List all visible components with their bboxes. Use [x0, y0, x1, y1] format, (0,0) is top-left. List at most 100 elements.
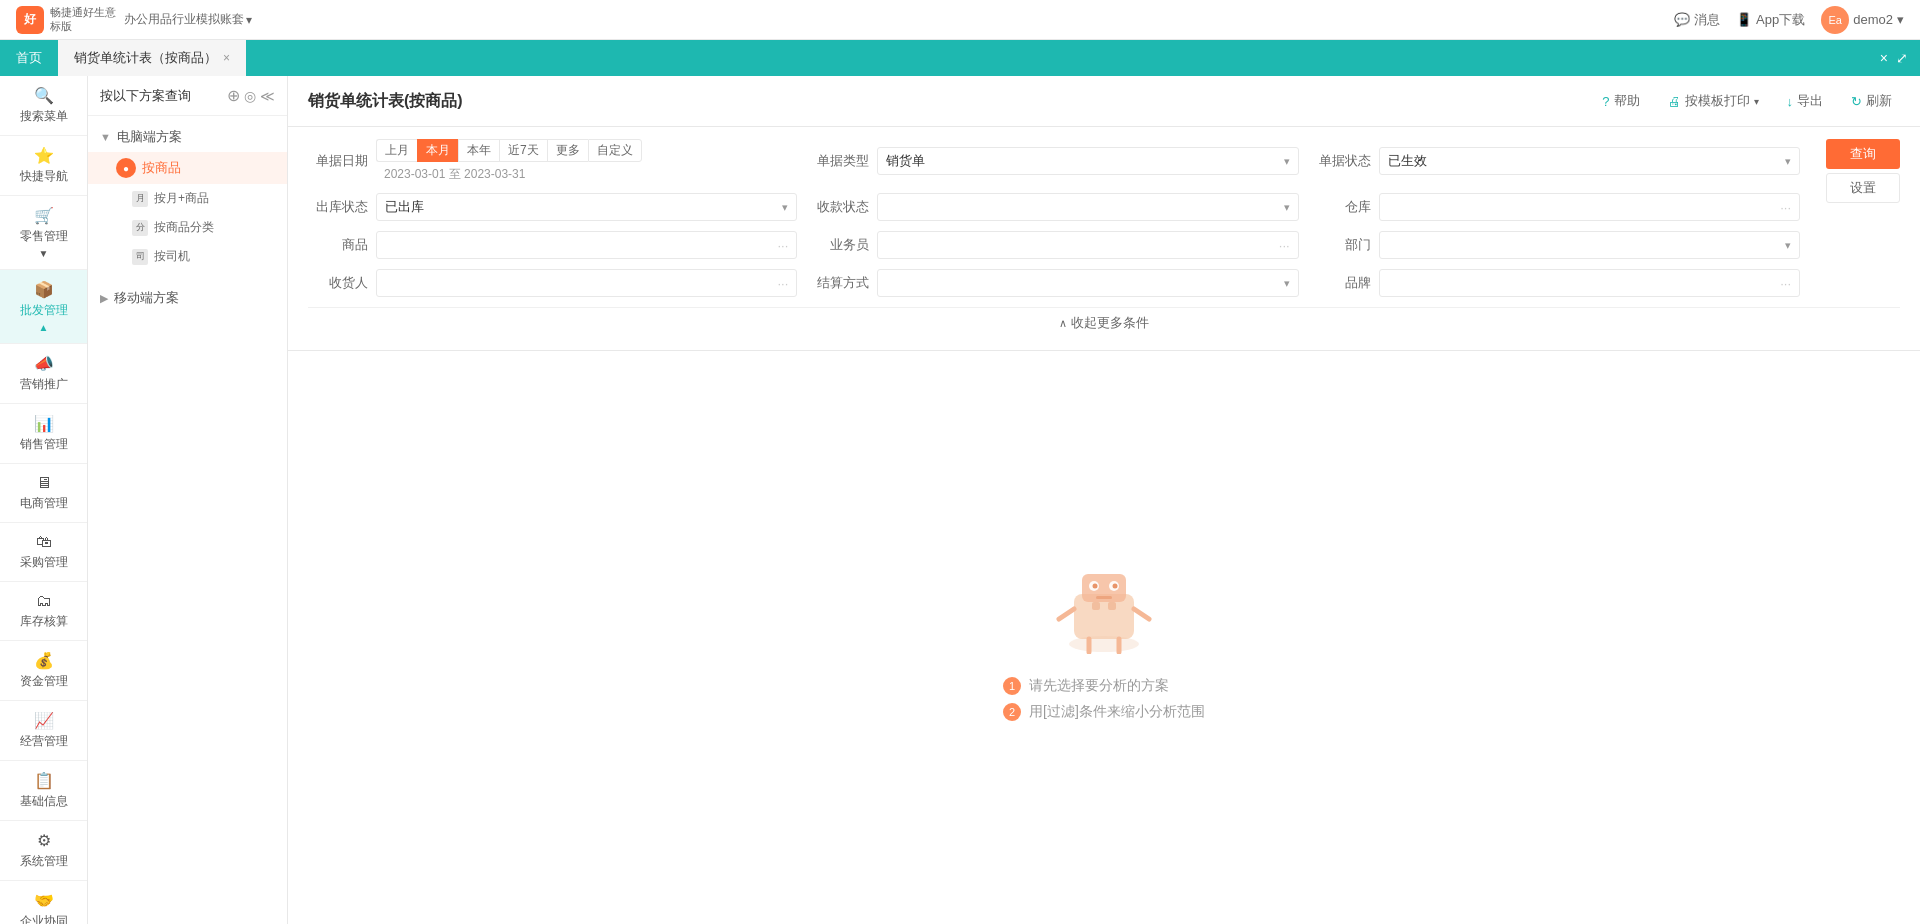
tab-close-icon[interactable]: ×: [223, 51, 230, 65]
scheme-group-mobile-header[interactable]: ▶ 移动端方案: [88, 283, 287, 313]
filter-dept-select[interactable]: ▾: [1379, 231, 1800, 259]
retail-icon: 🛒: [34, 206, 54, 225]
filter-collection-select[interactable]: ▾: [877, 193, 1298, 221]
filter-goods-input[interactable]: ···: [376, 231, 797, 259]
help-btn[interactable]: ? 帮助: [1594, 88, 1647, 114]
date-range-display: 2023-03-01 至 2023-03-31: [384, 166, 797, 183]
message-btn[interactable]: 💬 消息: [1674, 11, 1720, 29]
ecom-icon: 🖥: [36, 474, 52, 492]
chevron-up-icon: ▲: [39, 322, 49, 333]
sidebar-item-search[interactable]: 🔍 搜索菜单: [0, 76, 87, 136]
page-header-top: 销货单统计表(按商品) ? 帮助 🖨 按模板打印 ▾ ↓: [308, 88, 1900, 114]
marketing-icon: 📣: [34, 354, 54, 373]
page-header: 销货单统计表(按商品) ? 帮助 🖨 按模板打印 ▾ ↓: [288, 76, 1920, 127]
tab-expand-icon[interactable]: ⤢: [1896, 50, 1908, 66]
sub-icon-category: 分: [132, 220, 148, 236]
dots-icon: ···: [1279, 238, 1290, 253]
svg-rect-13: [1108, 602, 1116, 610]
tab-home[interactable]: 首页: [0, 40, 58, 76]
sidebar-item-collab[interactable]: 🤝 企业协同: [0, 881, 87, 924]
app-download-btn[interactable]: 📱 App下载: [1736, 11, 1805, 29]
page-title: 销货单统计表(按商品): [308, 91, 463, 112]
active-scheme-dot: ●: [116, 158, 136, 178]
collapse-filter-btn[interactable]: ∧ 收起更多条件: [308, 307, 1900, 338]
date-btn-this-month[interactable]: 本月: [417, 139, 458, 162]
sidebar-item-purchase[interactable]: 🛍 采购管理: [0, 523, 87, 582]
scheme-item-by-goods[interactable]: ● 按商品: [88, 152, 287, 184]
date-btn-custom[interactable]: 自定义: [588, 139, 642, 162]
scheme-panel-header: 按以下方案查询 ⊕ ◎ ≪: [88, 76, 287, 116]
chevron-down-icon: ▾: [1785, 155, 1791, 168]
filter-doc-type-select[interactable]: 销货单 ▾: [877, 147, 1298, 175]
collapse-scheme-icon[interactable]: ≪: [260, 88, 275, 104]
scheme-group-desktop-header[interactable]: ▼ 电脑端方案: [88, 122, 287, 152]
inventory-icon: 🗂: [36, 592, 52, 610]
chevron-down-icon: ▾: [1284, 155, 1290, 168]
edit-scheme-icon[interactable]: ◎: [244, 88, 256, 104]
query-button[interactable]: 查询: [1826, 139, 1900, 169]
sidebar-item-marketing[interactable]: 📣 营销推广: [0, 344, 87, 404]
sidebar-item-finance[interactable]: 💰 资金管理: [0, 641, 87, 701]
date-btn-7days[interactable]: 近7天: [499, 139, 547, 162]
basic-icon: 📋: [34, 771, 54, 790]
export-btn[interactable]: ↓ 导出: [1779, 88, 1832, 114]
sidebar-item-basic[interactable]: 📋 基础信息: [0, 761, 87, 821]
user-menu[interactable]: Ea demo2 ▾: [1821, 6, 1904, 34]
filter-receiver-input[interactable]: ···: [376, 269, 797, 297]
empty-illustration: [1044, 554, 1164, 657]
date-btn-more[interactable]: 更多: [547, 139, 588, 162]
top-bar: 好 畅捷通好生意 标版 办公用品行业模拟账套 ▾ 💬 消息 📱 App下载 Ea…: [0, 0, 1920, 40]
chevron-down-icon: ▾: [1754, 96, 1759, 107]
filter-doc-status-select[interactable]: 已生效 ▾: [1379, 147, 1800, 175]
collab-icon: 🤝: [34, 891, 54, 910]
tab-active[interactable]: 销货单统计表（按商品） ×: [58, 40, 246, 76]
filter-brand-input[interactable]: ···: [1379, 269, 1800, 297]
scheme-item-by-category[interactable]: 分 按商品分类: [88, 213, 287, 242]
filter-warehouse: 仓库 ···: [1311, 193, 1800, 221]
scheme-panel-actions: ⊕ ◎ ≪: [227, 86, 275, 105]
date-btn-last-month[interactable]: 上月: [376, 139, 417, 162]
sidebar-item-operation[interactable]: 📈 经营管理: [0, 701, 87, 761]
sidebar-item-retail[interactable]: 🛒 零售管理 ▼: [0, 196, 87, 270]
query-reset-group: 查询 设置: [1826, 139, 1900, 203]
sidebar-item-sales[interactable]: 📊 销售管理: [0, 404, 87, 464]
empty-tips: 1 请先选择要分析的方案 2 用[过滤]条件来缩小分析范围: [1003, 677, 1205, 721]
filter-payment: 结算方式 ▾: [809, 269, 1298, 297]
star-icon: ⭐: [34, 146, 54, 165]
empty-state: 1 请先选择要分析的方案 2 用[过滤]条件来缩小分析范围: [288, 351, 1920, 924]
sidebar-item-inventory[interactable]: 🗂 库存核算: [0, 582, 87, 641]
app-icon: 📱: [1736, 12, 1752, 27]
chevron-down-icon: ▾: [1897, 12, 1904, 27]
sidebar-item-ecom[interactable]: 🖥 电商管理: [0, 464, 87, 523]
sidebar-item-system[interactable]: ⚙ 系统管理: [0, 821, 87, 881]
filter-payment-select[interactable]: ▾: [877, 269, 1298, 297]
template-print-btn[interactable]: 🖨 按模板打印 ▾: [1660, 88, 1767, 114]
logo-text: 畅捷通好生意 标版: [50, 6, 116, 32]
svg-line-9: [1134, 609, 1149, 619]
sub-icon-driver: 司: [132, 249, 148, 265]
refresh-btn[interactable]: ↻ 刷新: [1843, 88, 1900, 114]
sidebar-item-wholesale[interactable]: 📦 批发管理 ▲: [0, 270, 87, 344]
tab-close-all-icon[interactable]: ×: [1880, 50, 1888, 66]
reset-button[interactable]: 设置: [1826, 173, 1900, 203]
scheme-item-month-goods[interactable]: 月 按月+商品: [88, 184, 287, 213]
chevron-down-icon: ▾: [1284, 201, 1290, 214]
filter-doc-status: 单据状态 已生效 ▾: [1311, 139, 1800, 183]
date-btn-this-year[interactable]: 本年: [458, 139, 499, 162]
page-actions: ? 帮助 🖨 按模板打印 ▾ ↓ 导出 ↻: [1594, 88, 1900, 114]
filter-salesperson-input[interactable]: ···: [877, 231, 1298, 259]
tip-num-2: 2: [1003, 703, 1021, 721]
filter-dept: 部门 ▾: [1311, 231, 1800, 259]
sidebar-item-quicknav[interactable]: ⭐ 快捷导航: [0, 136, 87, 196]
svg-point-5: [1093, 584, 1098, 589]
filter-warehouse-input[interactable]: ···: [1379, 193, 1800, 221]
scheme-item-by-driver[interactable]: 司 按司机: [88, 242, 287, 271]
add-scheme-icon[interactable]: ⊕: [227, 86, 240, 105]
account-dropdown[interactable]: 办公用品行业模拟账套 ▾: [124, 11, 252, 28]
filter-out-status-select[interactable]: 已出库 ▾: [376, 193, 797, 221]
right-panel: 销货单统计表(按商品) ? 帮助 🖨 按模板打印 ▾ ↓: [288, 76, 1920, 924]
chevron-down-icon: ▾: [246, 13, 252, 27]
empty-tip-1: 1 请先选择要分析的方案: [1003, 677, 1205, 695]
scheme-panel: 按以下方案查询 ⊕ ◎ ≪ ▼ 电脑端方案 ● 按商品: [88, 76, 288, 924]
svg-point-6: [1113, 584, 1118, 589]
